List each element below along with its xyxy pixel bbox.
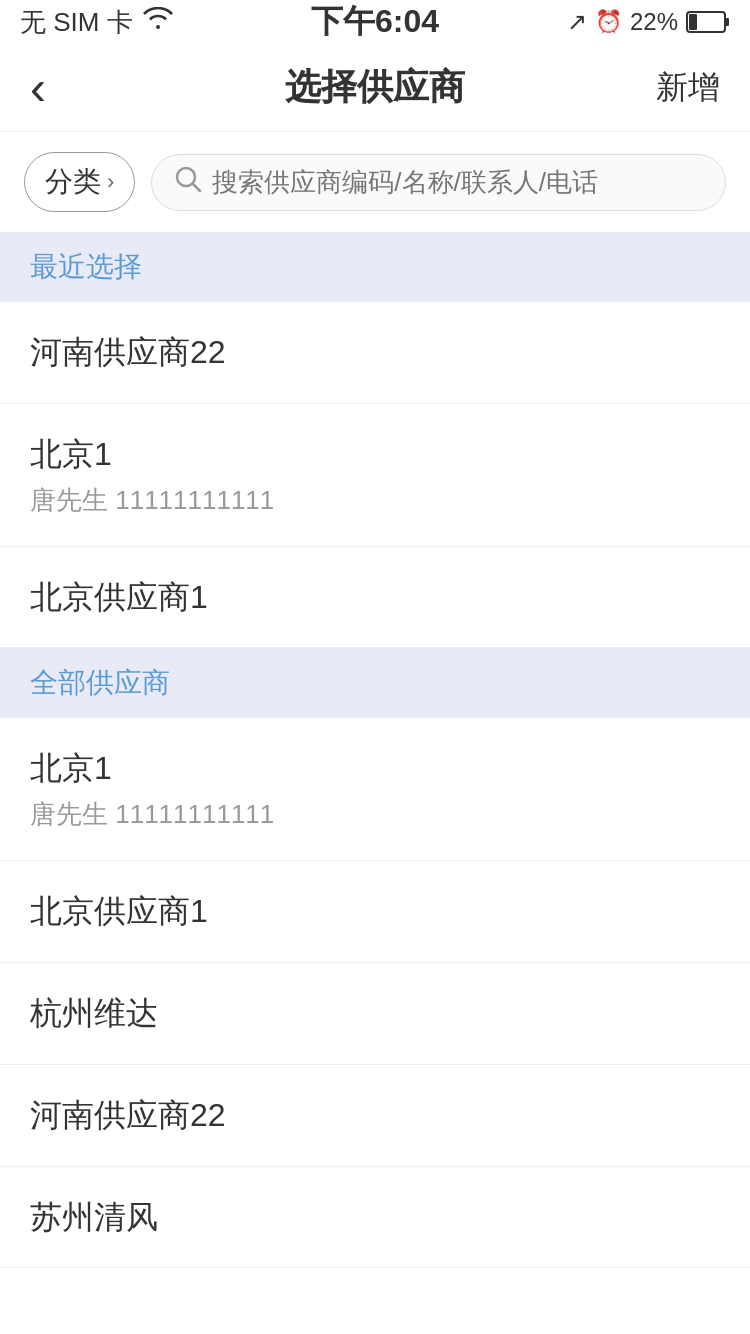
recent-section-header: 最近选择 — [0, 232, 750, 302]
recent-list-item[interactable]: 河南供应商22 — [0, 302, 750, 404]
search-box — [151, 154, 726, 211]
item-name: 北京1 — [30, 432, 720, 477]
all-list-item[interactable]: 苏州清风 — [0, 1167, 750, 1269]
status-right: ↗ ⏰ 22% — [567, 8, 730, 36]
add-button[interactable]: 新增 — [656, 66, 720, 110]
recent-list-item[interactable]: 北京供应商1 — [0, 547, 750, 649]
all-section-label: 全部供应商 — [30, 667, 170, 698]
item-name: 河南供应商22 — [30, 1093, 720, 1138]
page-title: 选择供应商 — [285, 63, 465, 112]
item-name: 苏州清风 — [30, 1195, 720, 1240]
all-list-item[interactable]: 杭州维达 — [0, 963, 750, 1065]
all-items-list: 北京1 唐先生 11111111111 北京供应商1 杭州维达河南供应商22 苏州清风 — [0, 718, 750, 1268]
item-sub: 唐先生 11111111111 — [30, 483, 720, 518]
search-input[interactable] — [212, 167, 703, 198]
all-list-item[interactable]: 河南供应商22 — [0, 1065, 750, 1167]
alarm-icon: ⏰ — [595, 9, 622, 35]
carrier-text: 无 SIM 卡 — [20, 5, 133, 40]
all-list-item[interactable]: 北京供应商1 — [0, 861, 750, 963]
svg-rect-2 — [689, 14, 697, 30]
battery-icon — [686, 11, 730, 33]
search-icon — [174, 165, 202, 200]
item-name: 北京1 — [30, 746, 720, 791]
all-section-header: 全部供应商 — [0, 648, 750, 718]
item-name: 北京供应商1 — [30, 889, 720, 934]
item-name: 杭州维达 — [30, 991, 720, 1036]
filter-bar: 分类 › — [0, 132, 750, 232]
all-list-item[interactable]: 北京1 唐先生 11111111111 — [0, 718, 750, 861]
svg-line-4 — [193, 184, 200, 191]
recent-items-list: 河南供应商22 北京1 唐先生 11111111111 北京供应商1 — [0, 302, 750, 648]
recent-list-item[interactable]: 北京1 唐先生 11111111111 — [0, 404, 750, 547]
svg-rect-1 — [725, 18, 729, 26]
category-filter-button[interactable]: 分类 › — [24, 152, 135, 212]
nav-bar: ‹ 选择供应商 新增 — [0, 44, 750, 132]
item-name: 北京供应商1 — [30, 575, 720, 620]
back-button[interactable]: ‹ — [30, 64, 46, 112]
status-left: 无 SIM 卡 — [20, 5, 173, 40]
status-time: 下午6:04 — [311, 0, 439, 44]
recent-section-label: 最近选择 — [30, 251, 142, 282]
location-icon: ↗ — [567, 8, 587, 36]
chevron-right-icon: › — [107, 169, 114, 195]
battery-text: 22% — [630, 8, 678, 36]
status-bar: 无 SIM 卡 下午6:04 ↗ ⏰ 22% — [0, 0, 750, 44]
item-name: 河南供应商22 — [30, 330, 720, 375]
item-sub: 唐先生 11111111111 — [30, 797, 720, 832]
wifi-icon — [143, 7, 173, 37]
category-label: 分类 — [45, 163, 101, 201]
